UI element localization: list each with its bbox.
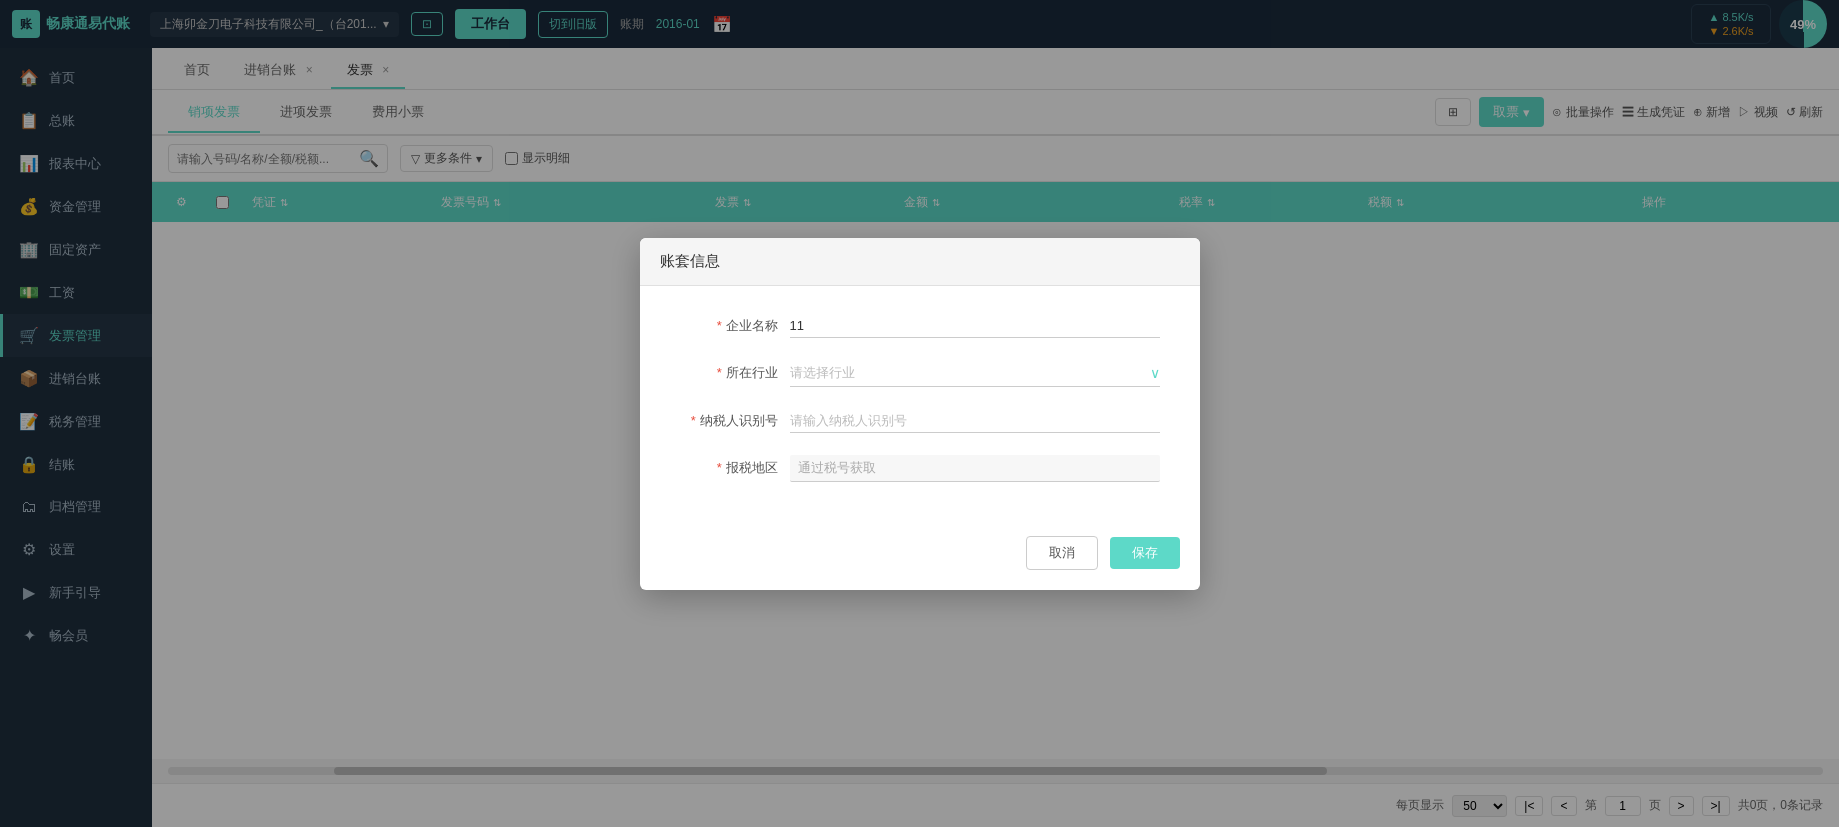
required-star: * — [691, 413, 696, 428]
modal-body: * 企业名称 * 所在行业 请选择行业 ∨ * — [640, 286, 1200, 524]
modal: 账套信息 * 企业名称 * 所在行业 请选择行业 ∨ — [640, 238, 1200, 590]
chevron-down-icon: ∨ — [1150, 365, 1160, 381]
modal-overlay: 账套信息 * 企业名称 * 所在行业 请选择行业 ∨ — [0, 0, 1839, 827]
company-name-input[interactable] — [790, 314, 1160, 338]
form-row-tax-region: * 报税地区 通过税号获取 — [680, 455, 1160, 482]
tax-id-label: * 纳税人识别号 — [680, 412, 790, 430]
industry-select[interactable]: 请选择行业 ∨ — [790, 360, 1160, 387]
form-row-company: * 企业名称 — [680, 314, 1160, 338]
tax-id-input[interactable] — [790, 409, 1160, 433]
modal-header: 账套信息 — [640, 238, 1200, 286]
modal-footer: 取消 保存 — [640, 524, 1200, 590]
required-star: * — [717, 460, 722, 475]
save-button[interactable]: 保存 — [1110, 537, 1180, 569]
form-row-tax-id: * 纳税人识别号 — [680, 409, 1160, 433]
required-star: * — [717, 365, 722, 380]
industry-placeholder: 请选择行业 — [790, 364, 1150, 382]
industry-label: * 所在行业 — [680, 364, 790, 382]
modal-title: 账套信息 — [660, 252, 720, 269]
tax-region-field: 通过税号获取 — [790, 455, 1160, 482]
cancel-button[interactable]: 取消 — [1026, 536, 1098, 570]
company-name-label: * 企业名称 — [680, 317, 790, 335]
tax-region-label: * 报税地区 — [680, 459, 790, 477]
form-row-industry: * 所在行业 请选择行业 ∨ — [680, 360, 1160, 387]
required-star: * — [717, 318, 722, 333]
